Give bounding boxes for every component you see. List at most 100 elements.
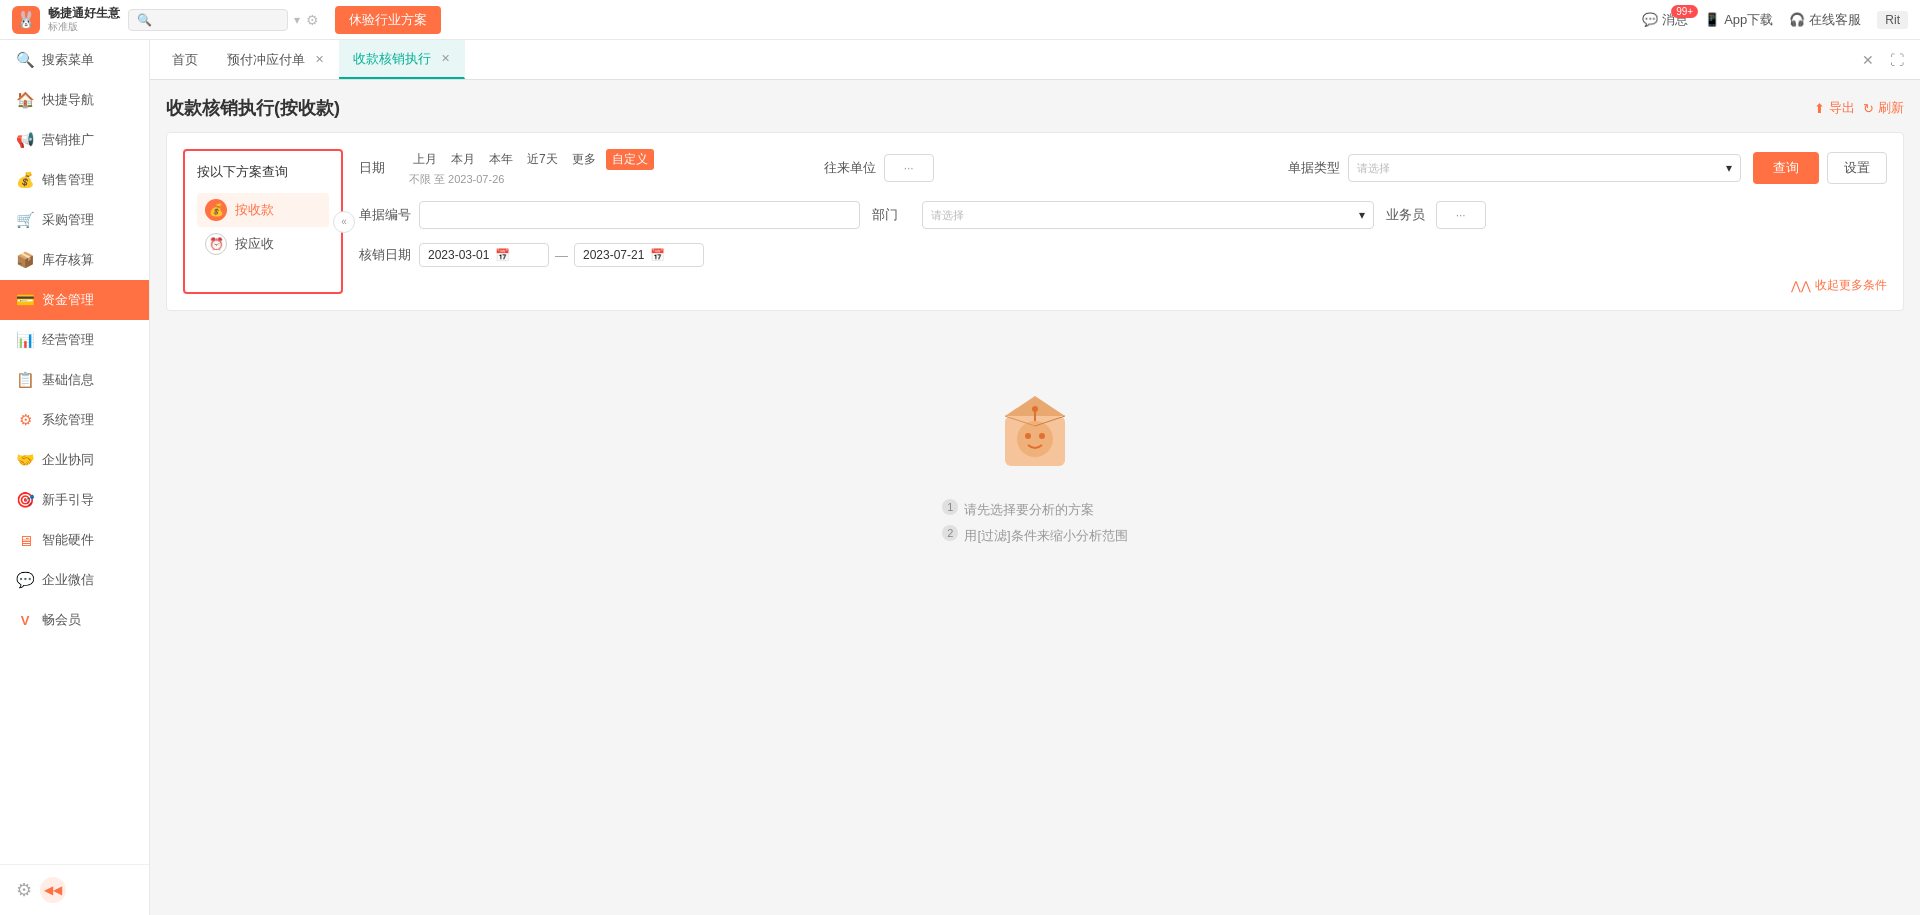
sidebar-item-management[interactable]: 📊 经营管理 — [0, 320, 149, 360]
online-service-button[interactable]: 🎧 在线客服 — [1789, 11, 1861, 29]
date-shortcut-this-month[interactable]: 本月 — [447, 149, 479, 170]
filter-actions: 查询 设置 — [1753, 152, 1887, 184]
app-download-button[interactable]: 📱 App下载 — [1704, 11, 1773, 29]
quick-nav-icon: 🏠 — [16, 91, 34, 109]
search-menu-icon: 🔍 — [16, 51, 34, 69]
topbar-search-area: 🔍 ▾ ⚙ — [128, 9, 319, 31]
verification-date-input: 2023-03-01 📅 — 2023-07-21 📅 — [419, 243, 704, 267]
by-receivable-icon: ⏰ — [205, 233, 227, 255]
tab-prepay-close[interactable]: ✕ — [315, 53, 324, 66]
sidebar-item-marketing[interactable]: 📢 营销推广 — [0, 120, 149, 160]
tab-prepay[interactable]: 预付冲应付单 ✕ — [213, 40, 339, 79]
sidebar-label-wechat: 企业微信 — [42, 571, 94, 589]
chevron-down-icon[interactable]: ▾ — [294, 13, 300, 27]
tip-text-2: 用[过滤]条件来缩小分析范围 — [964, 523, 1127, 549]
tab-collection-close[interactable]: ✕ — [441, 52, 450, 65]
sidebar-item-enterprise[interactable]: 🤝 企业协同 — [0, 440, 149, 480]
filter-options-panel: 按以下方案查询 💰 按收款 ⏰ 按应收 « — [183, 149, 343, 294]
department-filter-field: 部门 请选择 ▾ — [872, 201, 1373, 229]
date-shortcut-last-7days[interactable]: 近7天 — [523, 149, 562, 170]
sidebar-bottom: ⚙ ◀◀ — [0, 864, 149, 915]
voucher-type-select[interactable]: 请选择 ▾ — [1348, 154, 1741, 182]
username-display[interactable]: Rit — [1877, 11, 1908, 29]
marketing-icon: 📢 — [16, 131, 34, 149]
collapse-more-button[interactable]: ⋀⋀ 收起更多条件 — [359, 277, 1887, 294]
empty-state: 1 请先选择要分析的方案 2 用[过滤]条件来缩小分析范围 — [166, 311, 1904, 609]
tip-num-2: 2 — [942, 525, 958, 541]
industry-solution-button[interactable]: 休验行业方案 — [335, 6, 441, 34]
app-logo: 🐰 — [12, 6, 40, 34]
date-nolimit-text: 不限 至 2023-07-26 — [409, 172, 654, 187]
sidebar-item-hardware[interactable]: 🖥 智能硬件 — [0, 520, 149, 560]
filter-option-by-receipt[interactable]: 💰 按收款 — [197, 193, 329, 227]
verification-start-date[interactable]: 2023-03-01 📅 — [419, 243, 549, 267]
app-icon: 📱 — [1704, 12, 1720, 27]
verification-date-field: 核销日期 2023-03-01 📅 — 2023-07-21 — [359, 243, 1887, 267]
sidebar-item-finance[interactable]: 💳 资金管理 — [0, 280, 149, 320]
collapse-filter-button[interactable]: « — [333, 211, 355, 233]
query-button[interactable]: 查询 — [1753, 152, 1819, 184]
close-window-icon[interactable]: ✕ — [1858, 50, 1878, 70]
sidebar-item-basic-info[interactable]: 📋 基础信息 — [0, 360, 149, 400]
tab-home[interactable]: 首页 — [158, 40, 213, 79]
settings-button[interactable]: 设置 — [1827, 152, 1887, 184]
date-shortcut-last-month[interactable]: 上月 — [409, 149, 441, 170]
date-shortcut-custom[interactable]: 自定义 — [606, 149, 654, 170]
sidebar-item-system[interactable]: ⚙ 系统管理 — [0, 400, 149, 440]
salesperson-input[interactable]: ··· — [1436, 201, 1486, 229]
system-icon: ⚙ — [16, 411, 34, 429]
filter-row-3: 核销日期 2023-03-01 📅 — 2023-07-21 — [359, 243, 1887, 267]
verification-end-date[interactable]: 2023-07-21 📅 — [574, 243, 704, 267]
voucher-type-label: 单据类型 — [1288, 159, 1340, 177]
sidebar-item-guide[interactable]: 🎯 新手引导 — [0, 480, 149, 520]
date-shortcut-this-year[interactable]: 本年 — [485, 149, 517, 170]
department-select[interactable]: 请选择 ▾ — [922, 201, 1373, 229]
date-label: 日期 — [359, 159, 401, 177]
voucher-no-input[interactable] — [419, 201, 860, 229]
filter-fields-area: 日期 上月 本月 本年 近7天 更多 自定义 — [359, 149, 1887, 294]
tab-bar-right: ✕ ⛶ — [1858, 50, 1912, 70]
verification-start-value: 2023-03-01 — [428, 248, 489, 262]
filter-option-by-receivable[interactable]: ⏰ 按应收 — [197, 227, 329, 261]
export-button[interactable]: ⬆ 导出 — [1814, 99, 1855, 117]
by-receivable-label: 按应收 — [235, 235, 274, 253]
settings-gear-icon[interactable]: ⚙ — [16, 879, 32, 901]
salesperson-filter-field: 业务员 ··· — [1386, 201, 1887, 229]
collapse-sidebar-button[interactable]: ◀◀ — [40, 877, 66, 903]
maximize-window-icon[interactable]: ⛶ — [1886, 50, 1908, 70]
svg-point-6 — [1032, 406, 1038, 412]
purchase-icon: 🛒 — [16, 211, 34, 229]
sidebar-item-inventory[interactable]: 📦 库存核算 — [0, 240, 149, 280]
filter-row-1: 日期 上月 本月 本年 近7天 更多 自定义 — [359, 149, 1887, 187]
export-label: 导出 — [1829, 99, 1855, 117]
partner-input[interactable]: ··· — [884, 154, 934, 182]
filter-panel: 按以下方案查询 💰 按收款 ⏰ 按应收 « — [166, 132, 1904, 311]
sidebar-item-wechat[interactable]: 💬 企业微信 — [0, 560, 149, 600]
tab-collection[interactable]: 收款核销执行 ✕ — [339, 40, 465, 79]
sidebar-item-search-menu[interactable]: 🔍 搜索菜单 — [0, 40, 149, 80]
enterprise-icon: 🤝 — [16, 451, 34, 469]
export-icon: ⬆ — [1814, 101, 1825, 116]
voucher-no-filter-field: 单据编号 — [359, 201, 860, 229]
sidebar-label-quick-nav: 快捷导航 — [42, 91, 94, 109]
empty-tip-2: 2 用[过滤]条件来缩小分析范围 — [942, 523, 1127, 549]
refresh-button[interactable]: ↻ 刷新 — [1863, 99, 1904, 117]
date-filter-field: 日期 上月 本月 本年 近7天 更多 自定义 — [359, 149, 812, 187]
sidebar-item-quick-nav[interactable]: 🏠 快捷导航 — [0, 80, 149, 120]
brand-version: 标准版 — [48, 21, 120, 33]
empty-tip-1: 1 请先选择要分析的方案 — [942, 497, 1127, 523]
sidebar-label-purchase: 采购管理 — [42, 211, 94, 229]
sidebar-item-member[interactable]: V 畅会员 — [0, 600, 149, 640]
svg-point-2 — [1017, 421, 1053, 457]
date-shortcut-more[interactable]: 更多 — [568, 149, 600, 170]
sidebar-item-sales[interactable]: 💰 销售管理 — [0, 160, 149, 200]
tip-num-1: 1 — [942, 499, 958, 515]
filter-row-2: 单据编号 部门 请选择 ▾ 业务员 — [359, 201, 1887, 229]
message-button[interactable]: 💬 消息 99+ — [1642, 11, 1688, 29]
partner-label: 往来单位 — [824, 159, 876, 177]
sidebar-item-purchase[interactable]: 🛒 采购管理 — [0, 200, 149, 240]
sidebar-label-marketing: 营销推广 — [42, 131, 94, 149]
topbar: 🐰 畅捷通好生意 标准版 🔍 ▾ ⚙ 休验行业方案 💬 消息 99+ 📱 App… — [0, 0, 1920, 40]
gear-topbar-icon[interactable]: ⚙ — [306, 12, 319, 28]
service-icon: 🎧 — [1789, 12, 1805, 27]
